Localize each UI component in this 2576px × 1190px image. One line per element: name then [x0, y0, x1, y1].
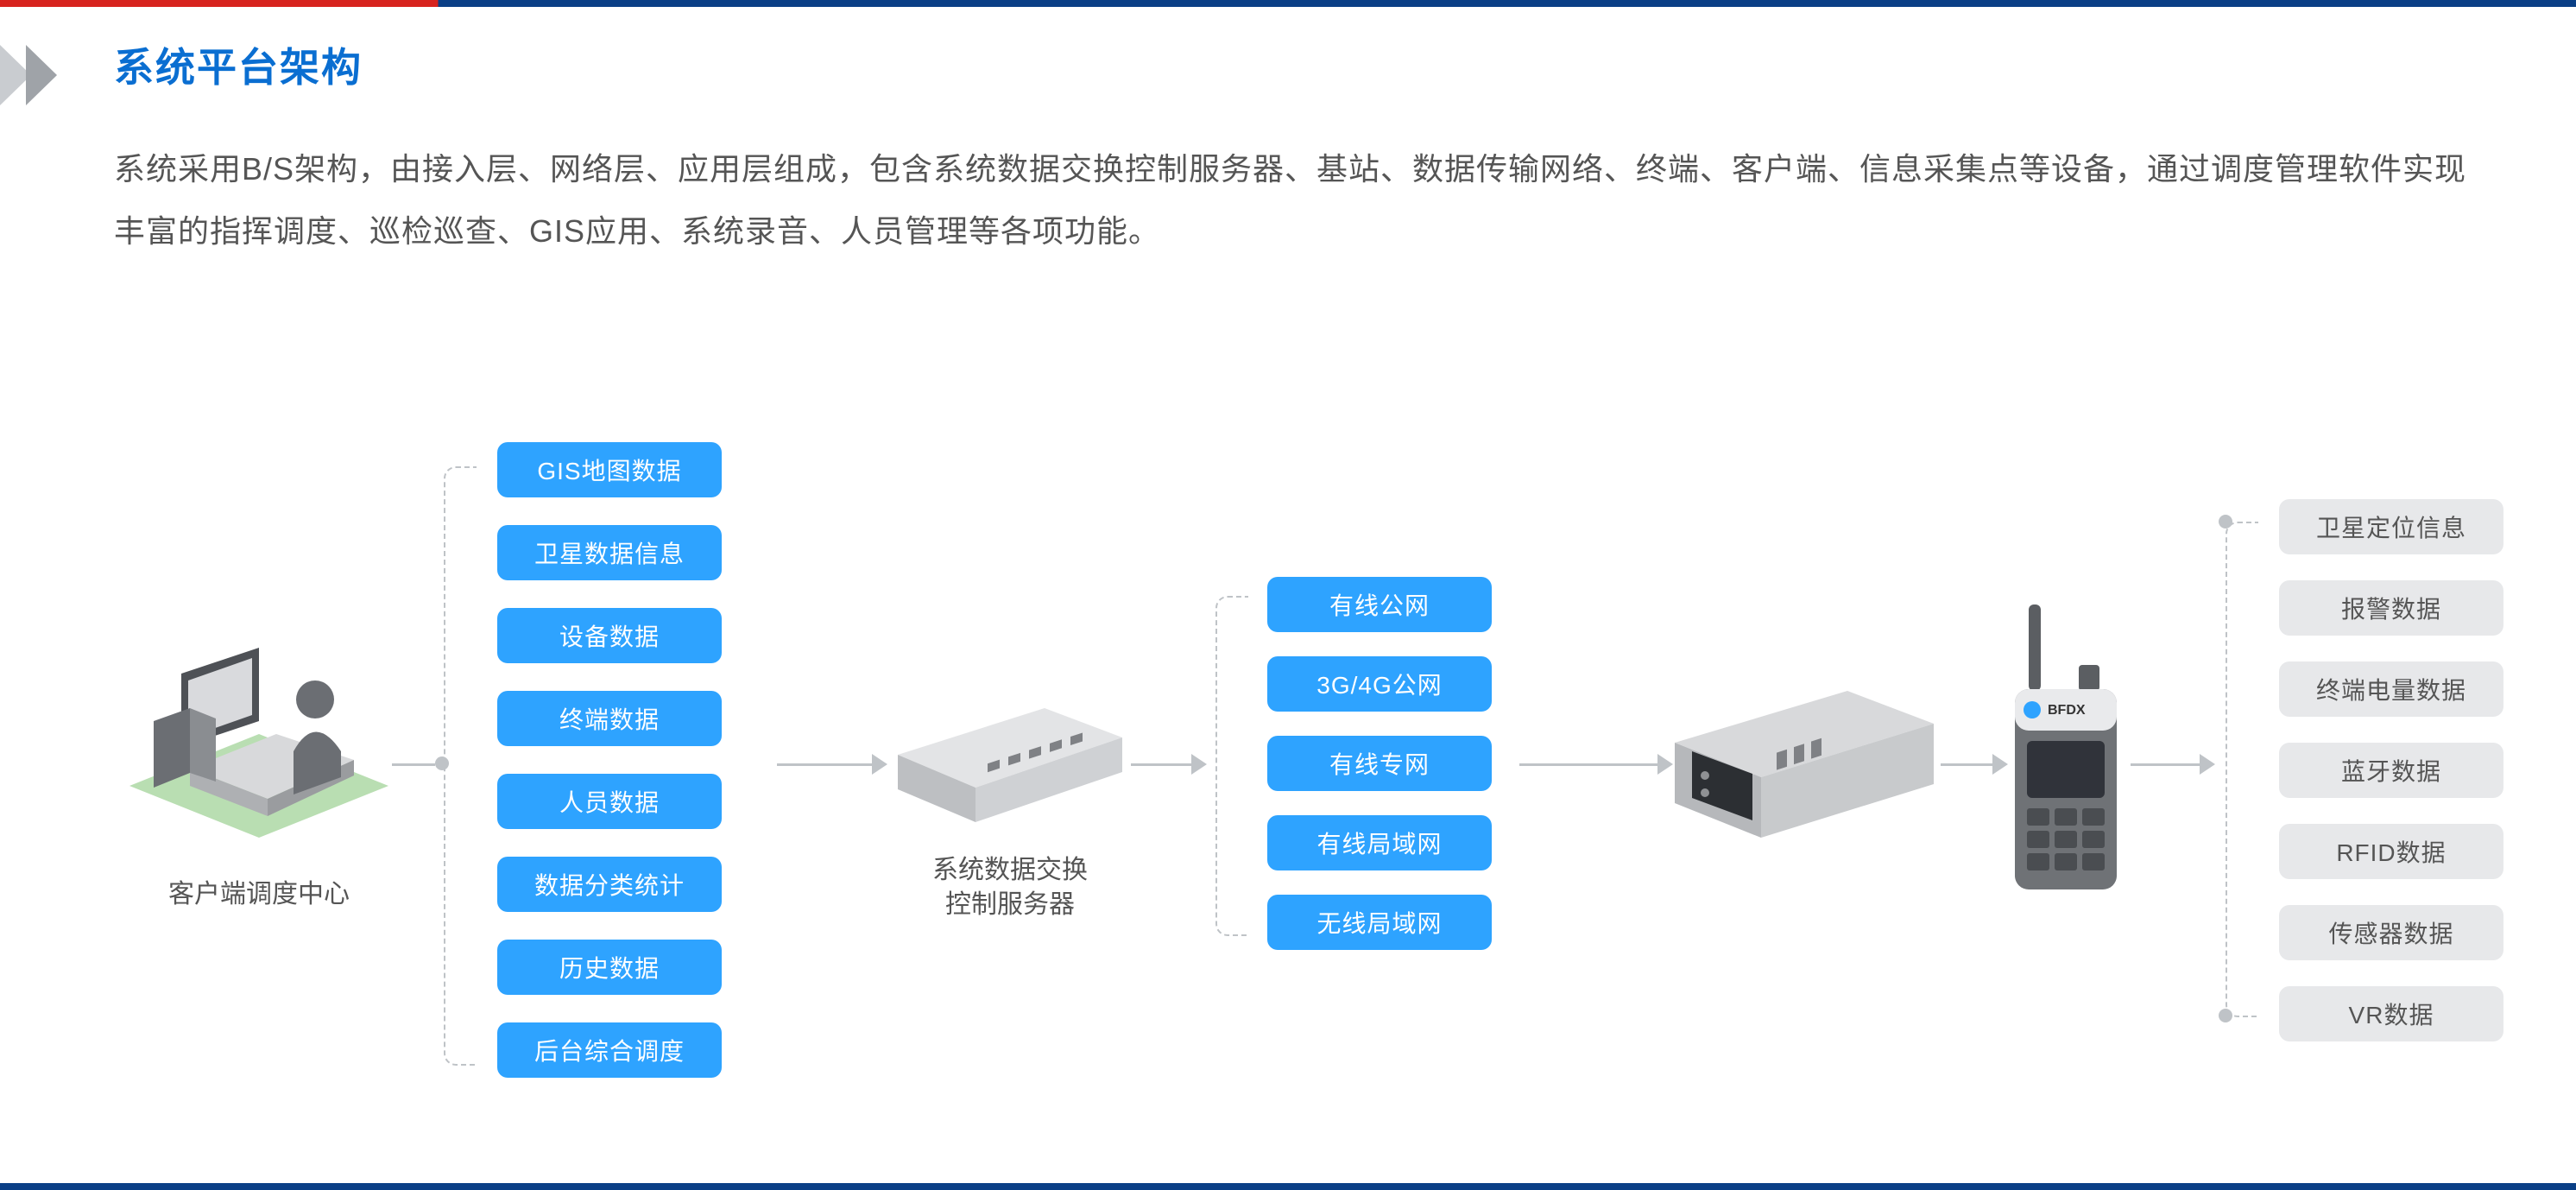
- bracket-terminal-data: [2226, 522, 2258, 1017]
- bracket-networks: [1215, 596, 1248, 936]
- client-workstation-icon: [129, 639, 388, 842]
- terminal-data-pill: 卫星定位信息: [2279, 499, 2503, 554]
- network-pill: 3G/4G公网: [1267, 656, 1492, 712]
- arrow-right-icon: [2200, 754, 2215, 775]
- server-label: 系统数据交换 控制服务器: [898, 853, 1122, 922]
- terminal-data-pill: RFID数据: [2279, 824, 2503, 879]
- connector: [392, 763, 435, 766]
- bracket-data-types: [444, 466, 477, 1066]
- data-type-pill: 终端数据: [497, 691, 722, 746]
- arrow-right-icon: [1191, 754, 1207, 775]
- connector: [1131, 763, 1191, 766]
- radio-brand-label: BFDX: [2048, 703, 2086, 718]
- radio-terminal-icon: [2010, 604, 2122, 902]
- network-pill: 有线局域网: [1267, 815, 1492, 870]
- terminal-data-pill: 终端电量数据: [2279, 661, 2503, 717]
- data-type-pill: 人员数据: [497, 774, 722, 829]
- connector: [777, 763, 872, 766]
- network-pill: 无线局域网: [1267, 895, 1492, 950]
- base-station-icon: [1675, 691, 1934, 851]
- data-type-pill: 后台综合调度: [497, 1022, 722, 1078]
- data-type-pill: 历史数据: [497, 940, 722, 995]
- client-label: 客户端调度中心: [147, 872, 371, 910]
- bottom-rule: [0, 1183, 2576, 1190]
- terminal-data-pill: 蓝牙数据: [2279, 743, 2503, 798]
- data-type-pill: GIS地图数据: [497, 442, 722, 497]
- bracket-dot: [2219, 515, 2232, 529]
- page-description: 系统采用B/S架构，由接入层、网络层、应用层组成，包含系统数据交换控制服务器、基…: [114, 138, 2472, 263]
- terminal-data-pill: 传感器数据: [2279, 905, 2503, 960]
- data-type-pill: 数据分类统计: [497, 857, 722, 912]
- connector: [1519, 763, 1657, 766]
- arrow-right-icon: [1992, 754, 2008, 775]
- network-pill: 有线公网: [1267, 577, 1492, 632]
- data-type-pill: 设备数据: [497, 608, 722, 663]
- terminal-data-pill: VR数据: [2279, 986, 2503, 1041]
- connector: [2131, 763, 2200, 766]
- page-title: 系统平台架构: [114, 36, 363, 93]
- arrow-right-icon: [1657, 754, 1673, 775]
- bracket-dot: [435, 756, 449, 770]
- bracket-dot: [2219, 1009, 2232, 1022]
- terminal-data-pill: 报警数据: [2279, 580, 2503, 636]
- server-switch-icon: [898, 708, 1122, 833]
- data-type-pill: 卫星数据信息: [497, 525, 722, 580]
- connector: [1941, 763, 1992, 766]
- network-pill: 有线专网: [1267, 736, 1492, 791]
- top-rule: [0, 0, 2576, 7]
- arrow-right-icon: [872, 754, 887, 775]
- header-arrow-icon: [0, 45, 83, 105]
